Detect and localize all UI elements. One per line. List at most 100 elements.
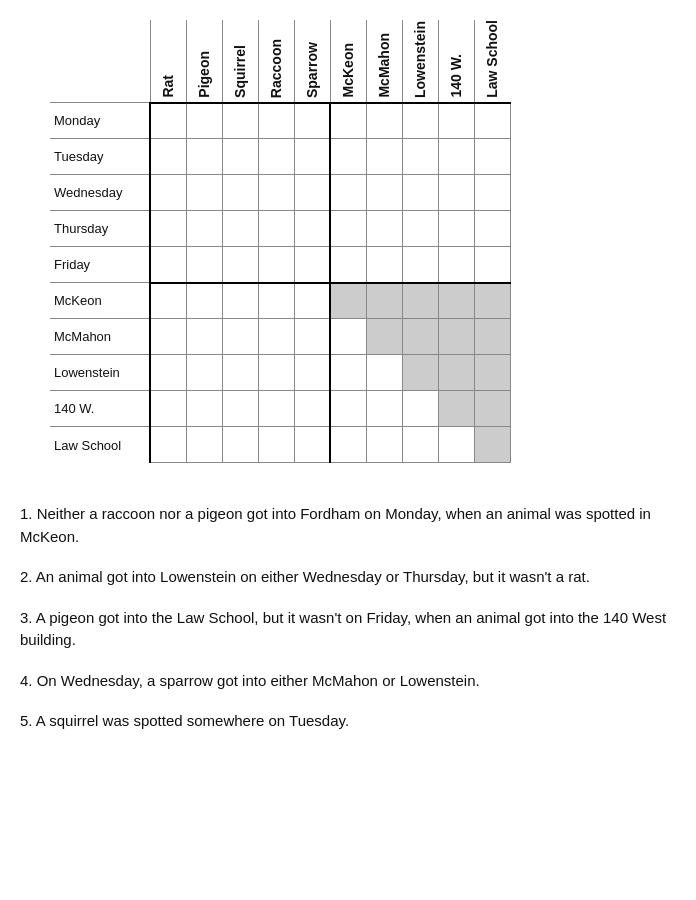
grid-cell[interactable] [438,211,474,247]
grid-cell[interactable] [438,283,474,319]
grid-cell[interactable] [258,247,294,283]
grid-cell[interactable] [438,355,474,391]
grid-cell[interactable] [150,355,186,391]
grid-cell[interactable] [402,283,438,319]
grid-cell[interactable] [222,283,258,319]
grid-cell[interactable] [474,391,510,427]
grid-cell[interactable] [330,427,366,463]
grid-cell[interactable] [222,391,258,427]
grid-cell[interactable] [186,391,222,427]
grid-cell[interactable] [150,139,186,175]
grid-cell[interactable] [258,319,294,355]
grid-cell[interactable] [294,319,330,355]
grid-cell[interactable] [330,355,366,391]
grid-cell[interactable] [366,211,402,247]
grid-cell[interactable] [474,283,510,319]
grid-cell[interactable] [402,247,438,283]
grid-cell[interactable] [150,283,186,319]
grid-cell[interactable] [330,319,366,355]
grid-cell[interactable] [294,391,330,427]
grid-cell[interactable] [402,103,438,139]
grid-cell[interactable] [438,427,474,463]
grid-cell[interactable] [186,283,222,319]
grid-cell[interactable] [330,283,366,319]
grid-cell[interactable] [258,211,294,247]
grid-cell[interactable] [222,319,258,355]
grid-cell[interactable] [366,319,402,355]
grid-cell[interactable] [294,103,330,139]
grid-cell[interactable] [474,427,510,463]
grid-cell[interactable] [402,427,438,463]
grid-cell[interactable] [186,211,222,247]
grid-cell[interactable] [294,139,330,175]
grid-cell[interactable] [186,427,222,463]
grid-cell[interactable] [150,427,186,463]
grid-cell[interactable] [474,355,510,391]
grid-cell[interactable] [438,103,474,139]
grid-cell[interactable] [258,283,294,319]
grid-cell[interactable] [150,175,186,211]
grid-cell[interactable] [258,355,294,391]
grid-cell[interactable] [402,211,438,247]
grid-cell[interactable] [474,103,510,139]
grid-cell[interactable] [366,391,402,427]
grid-cell[interactable] [402,391,438,427]
grid-cell[interactable] [402,319,438,355]
grid-cell[interactable] [186,103,222,139]
grid-cell[interactable] [330,103,366,139]
grid-cell[interactable] [258,391,294,427]
grid-cell[interactable] [258,175,294,211]
grid-cell[interactable] [330,175,366,211]
grid-cell[interactable] [186,247,222,283]
grid-cell[interactable] [438,319,474,355]
grid-cell[interactable] [186,319,222,355]
grid-cell[interactable] [222,427,258,463]
grid-cell[interactable] [222,175,258,211]
grid-cell[interactable] [150,391,186,427]
grid-cell[interactable] [402,175,438,211]
grid-cell[interactable] [402,139,438,175]
grid-cell[interactable] [438,139,474,175]
grid-cell[interactable] [330,139,366,175]
grid-cell[interactable] [222,355,258,391]
grid-cell[interactable] [150,247,186,283]
grid-cell[interactable] [438,247,474,283]
grid-cell[interactable] [294,247,330,283]
grid-cell[interactable] [222,103,258,139]
grid-cell[interactable] [366,139,402,175]
grid-cell[interactable] [330,211,366,247]
grid-cell[interactable] [258,139,294,175]
grid-cell[interactable] [222,139,258,175]
grid-cell[interactable] [150,211,186,247]
grid-cell[interactable] [186,175,222,211]
grid-cell[interactable] [402,355,438,391]
grid-cell[interactable] [438,391,474,427]
grid-cell[interactable] [258,103,294,139]
grid-cell[interactable] [294,427,330,463]
grid-cell[interactable] [294,175,330,211]
grid-cell[interactable] [366,103,402,139]
grid-cell[interactable] [150,103,186,139]
grid-cell[interactable] [294,283,330,319]
grid-cell[interactable] [366,175,402,211]
grid-cell[interactable] [438,175,474,211]
grid-cell[interactable] [366,283,402,319]
grid-cell[interactable] [330,391,366,427]
grid-cell[interactable] [474,211,510,247]
grid-cell[interactable] [186,139,222,175]
grid-cell[interactable] [150,319,186,355]
grid-cell[interactable] [474,175,510,211]
grid-cell[interactable] [186,355,222,391]
grid-cell[interactable] [366,355,402,391]
grid-cell[interactable] [258,427,294,463]
grid-cell[interactable] [474,139,510,175]
grid-cell[interactable] [474,247,510,283]
grid-cell[interactable] [330,247,366,283]
grid-cell[interactable] [294,211,330,247]
grid-cell[interactable] [222,247,258,283]
grid-cell[interactable] [474,319,510,355]
grid-cell[interactable] [222,211,258,247]
grid-cell[interactable] [294,355,330,391]
grid-cell[interactable] [366,427,402,463]
grid-cell[interactable] [366,247,402,283]
